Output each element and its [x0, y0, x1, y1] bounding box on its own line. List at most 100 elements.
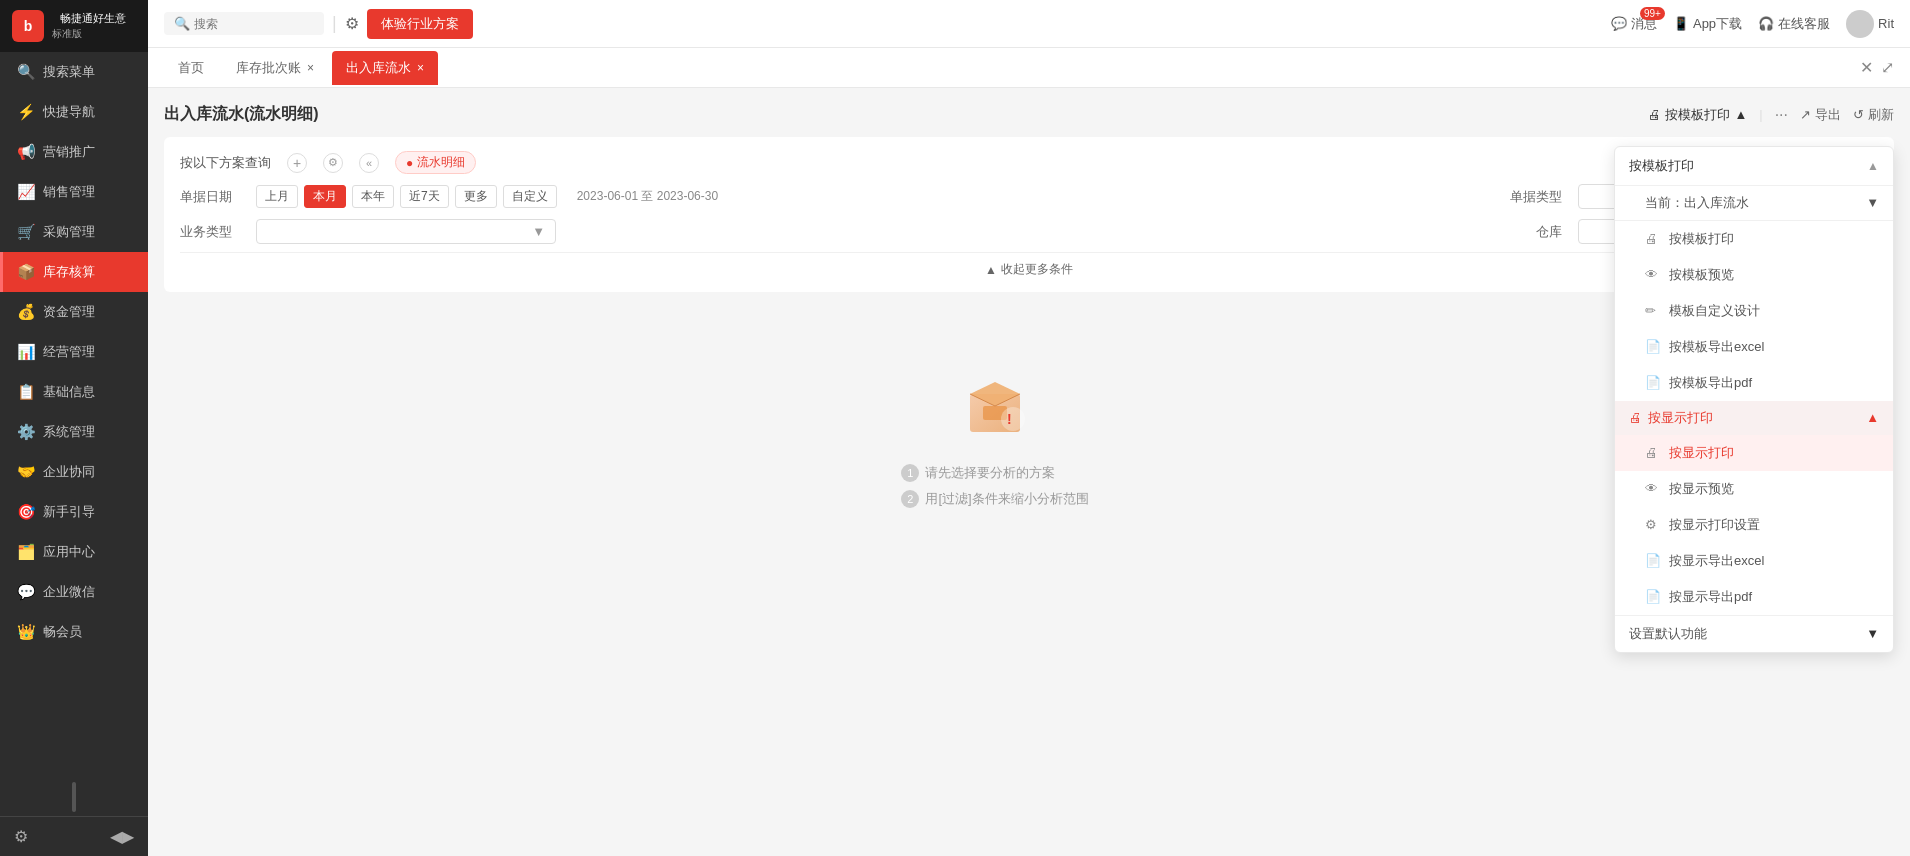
page-actions: 🖨 按模板打印 ▲ | ··· ↗ 导出 ↺ 刷新: [1648, 106, 1894, 124]
search-input[interactable]: [194, 17, 314, 31]
date-btn-more[interactable]: 更多: [455, 185, 497, 208]
filter-settings-icon[interactable]: ⚙: [323, 153, 343, 173]
dropdown-item-template-custom[interactable]: ✏ 模板自定义设计: [1615, 293, 1893, 329]
collapse-label: 收起更多条件: [1001, 261, 1073, 278]
display-preview-icon: 👁: [1645, 481, 1661, 497]
collapse-sidebar-icon[interactable]: ◀▶: [110, 827, 134, 846]
app-logo: b 畅捷通好生意 标准版: [0, 0, 148, 52]
dropdown-footer[interactable]: 设置默认功能 ▼: [1615, 615, 1893, 652]
dropdown-item-display-print[interactable]: 🖨 按显示打印: [1615, 435, 1893, 471]
template-custom-icon: ✏: [1645, 303, 1661, 319]
empty-icon: !: [955, 364, 1035, 444]
sidebar-item-member[interactable]: 👑 畅会员: [0, 612, 148, 652]
tab-close-window[interactable]: ✕: [1860, 58, 1873, 77]
sidebar-item-wechat[interactable]: 💬 企业微信: [0, 572, 148, 612]
display-excel-icon: 📄: [1645, 553, 1661, 569]
user-item[interactable]: Rit: [1846, 10, 1894, 38]
tab-maximize[interactable]: ⤢: [1881, 58, 1894, 77]
template-custom-label: 模板自定义设计: [1669, 302, 1760, 320]
sidebar-item-system[interactable]: ⚙️ 系统管理: [0, 412, 148, 452]
tab-flow[interactable]: 出入库流水 ×: [332, 51, 438, 85]
sidebar-item-marketing[interactable]: 📢 营销推广: [0, 132, 148, 172]
template-excel-icon: 📄: [1645, 339, 1661, 355]
date-btn-this-month[interactable]: 本月: [304, 185, 346, 208]
display-pdf-label: 按显示导出pdf: [1669, 588, 1752, 606]
sidebar-item-app-center[interactable]: 🗂️ 应用中心: [0, 532, 148, 572]
search-menu-label: 搜索菜单: [43, 63, 95, 81]
tabs-window-controls: ✕ ⤢: [1860, 58, 1894, 77]
topbar-gear-icon[interactable]: ⚙: [345, 14, 359, 33]
settings-icon[interactable]: ⚙: [14, 827, 28, 846]
dropdown-footer-arrow: ▼: [1866, 626, 1879, 641]
print-icon: 🖨: [1648, 107, 1661, 122]
date-buttons: 上月 本月 本年 近7天 更多 自定义: [256, 185, 557, 208]
refresh-icon: ↺: [1853, 107, 1864, 122]
sidebar-item-purchase[interactable]: 🛒 采购管理: [0, 212, 148, 252]
sidebar-item-basic[interactable]: 📋 基础信息: [0, 372, 148, 412]
purchase-label: 采购管理: [43, 223, 95, 241]
refresh-btn[interactable]: ↺ 刷新: [1853, 106, 1894, 124]
filter-collapse-icon[interactable]: «: [359, 153, 379, 173]
date-btn-last-month[interactable]: 上月: [256, 185, 298, 208]
dropdown-current-item[interactable]: 当前：出入库流水 ▼: [1615, 186, 1893, 221]
date-btn-this-year[interactable]: 本年: [352, 185, 394, 208]
biz-type-label: 业务类型: [180, 223, 240, 241]
export-label: 导出: [1815, 106, 1841, 124]
dropdown-item-template-pdf[interactable]: 📄 按模板导出pdf: [1615, 365, 1893, 401]
date-btn-7days[interactable]: 近7天: [400, 185, 449, 208]
svg-text:!: !: [1007, 411, 1012, 427]
dropdown-collapse-icon[interactable]: ▲: [1867, 159, 1879, 173]
empty-state-area: ! 1 请先选择要分析的方案 2 用[过滤]条件来缩小分析范围: [164, 304, 1826, 572]
sidebar-item-quick-nav[interactable]: ⚡ 快捷导航: [0, 92, 148, 132]
sidebar-item-sales[interactable]: 📈 销售管理: [0, 172, 148, 212]
print-template-btn[interactable]: 🖨 按模板打印 ▲: [1648, 106, 1747, 124]
warehouse-label: 仓库: [1536, 223, 1562, 241]
tab-home[interactable]: 首页: [164, 51, 218, 85]
industry-btn[interactable]: 体验行业方案: [367, 9, 473, 39]
sidebar: b 畅捷通好生意 标准版 🔍 搜索菜单 ⚡ 快捷导航 📢 营销推广 📈 销售管理…: [0, 0, 148, 856]
dropdown-item-template-excel[interactable]: 📄 按模板导出excel: [1615, 329, 1893, 365]
sidebar-item-operation[interactable]: 📊 经营管理: [0, 332, 148, 372]
filter-add-btn[interactable]: +: [287, 153, 307, 173]
dropdown-item-display-settings[interactable]: ⚙ 按显示打印设置: [1615, 507, 1893, 543]
sidebar-item-finance[interactable]: 💰 资金管理: [0, 292, 148, 332]
inventory-icon: 📦: [17, 263, 35, 281]
page-title: 出入库流水(流水明细): [164, 104, 319, 125]
dropdown-item-template-print[interactable]: 🖨 按模板打印: [1615, 221, 1893, 257]
tip-text-2: 用[过滤]条件来缩小分析范围: [925, 486, 1088, 512]
sidebar-item-guide[interactable]: 🎯 新手引导: [0, 492, 148, 532]
date-btn-custom[interactable]: 自定义: [503, 185, 557, 208]
tab-flow-close[interactable]: ×: [417, 61, 424, 75]
app-download-item[interactable]: 📱 App下载: [1673, 15, 1742, 33]
sidebar-item-inventory[interactable]: 📦 库存核算: [0, 252, 148, 292]
search-box[interactable]: 🔍: [164, 12, 324, 35]
tip-text-1: 请先选择要分析的方案: [925, 460, 1055, 486]
date-label: 单据日期: [180, 188, 240, 206]
export-btn[interactable]: ↗ 导出: [1800, 106, 1841, 124]
sidebar-item-search-menu[interactable]: 🔍 搜索菜单: [0, 52, 148, 92]
guide-icon: 🎯: [17, 503, 35, 521]
sidebar-item-enterprise[interactable]: 🤝 企业协同: [0, 452, 148, 492]
biz-type-arrow: ▼: [532, 224, 545, 239]
dropdown-item-display-pdf[interactable]: 📄 按显示导出pdf: [1615, 579, 1893, 615]
dropdown-item-display-preview[interactable]: 👁 按显示预览: [1615, 471, 1893, 507]
tab-inventory-batch-close[interactable]: ×: [307, 61, 314, 75]
template-preview-icon: 👁: [1645, 267, 1661, 283]
dropdown-item-template-preview[interactable]: 👁 按模板预览: [1615, 257, 1893, 293]
dropdown-item-display-excel[interactable]: 📄 按显示导出excel: [1615, 543, 1893, 579]
app-center-icon: 🗂️: [17, 543, 35, 561]
topbar-divider: |: [332, 13, 337, 34]
display-section-icon: 🖨: [1629, 410, 1642, 425]
tab-inventory-batch[interactable]: 库存批次账 ×: [222, 51, 328, 85]
dropdown-display-section[interactable]: 🖨 按显示打印 ▲: [1615, 401, 1893, 435]
content-area: 出入库流水(流水明细) 🖨 按模板打印 ▲ | ··· ↗ 导出: [148, 88, 1910, 856]
username: Rit: [1878, 16, 1894, 31]
quick-nav-icon: ⚡: [17, 103, 35, 121]
sales-label: 销售管理: [43, 183, 95, 201]
member-icon: 👑: [17, 623, 35, 641]
more-actions-icon[interactable]: ···: [1775, 106, 1788, 124]
biz-type-select[interactable]: ▼: [256, 219, 556, 244]
message-item[interactable]: 💬 消息 99+: [1611, 15, 1657, 33]
online-service-item[interactable]: 🎧 在线客服: [1758, 15, 1830, 33]
display-excel-label: 按显示导出excel: [1669, 552, 1764, 570]
